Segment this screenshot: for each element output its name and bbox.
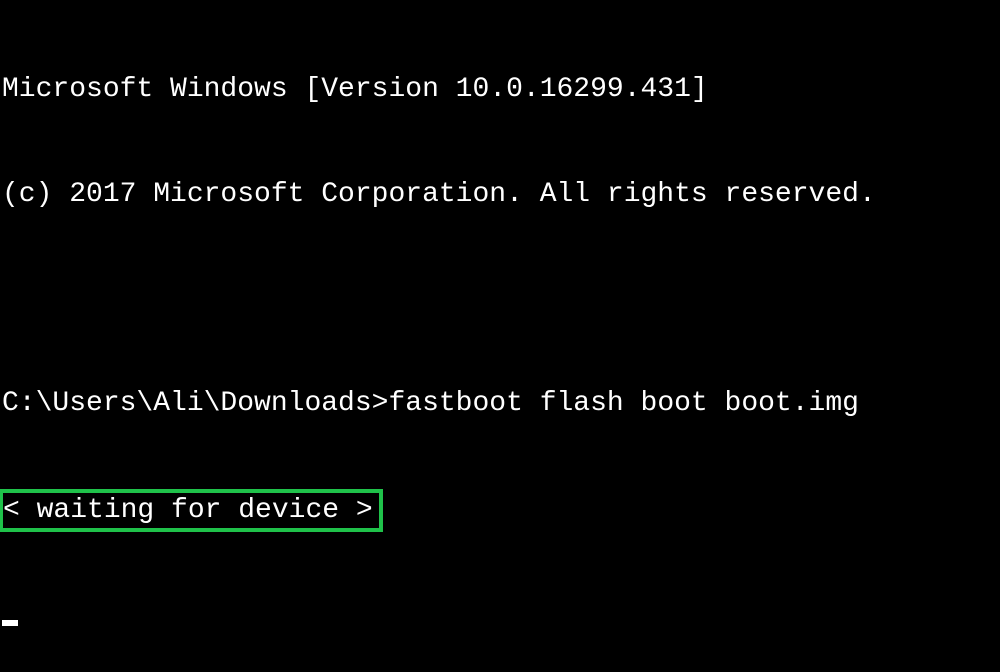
status-highlight-box: < waiting for device > (0, 489, 383, 532)
waiting-status: < waiting for device > (3, 495, 373, 526)
cursor-icon (2, 620, 18, 626)
prompt-path: C:\Users\Ali\Downloads> (2, 388, 388, 419)
os-version-line: Microsoft Windows [Version 10.0.16299.43… (2, 72, 1000, 107)
command-text: fastboot flash boot boot.img (388, 388, 858, 419)
command-line: C:\Users\Ali\Downloads>fastboot flash bo… (2, 386, 1000, 421)
command-prompt-terminal[interactable]: Microsoft Windows [Version 10.0.16299.43… (0, 2, 1000, 672)
copyright-line: (c) 2017 Microsoft Corporation. All righ… (2, 177, 1000, 212)
